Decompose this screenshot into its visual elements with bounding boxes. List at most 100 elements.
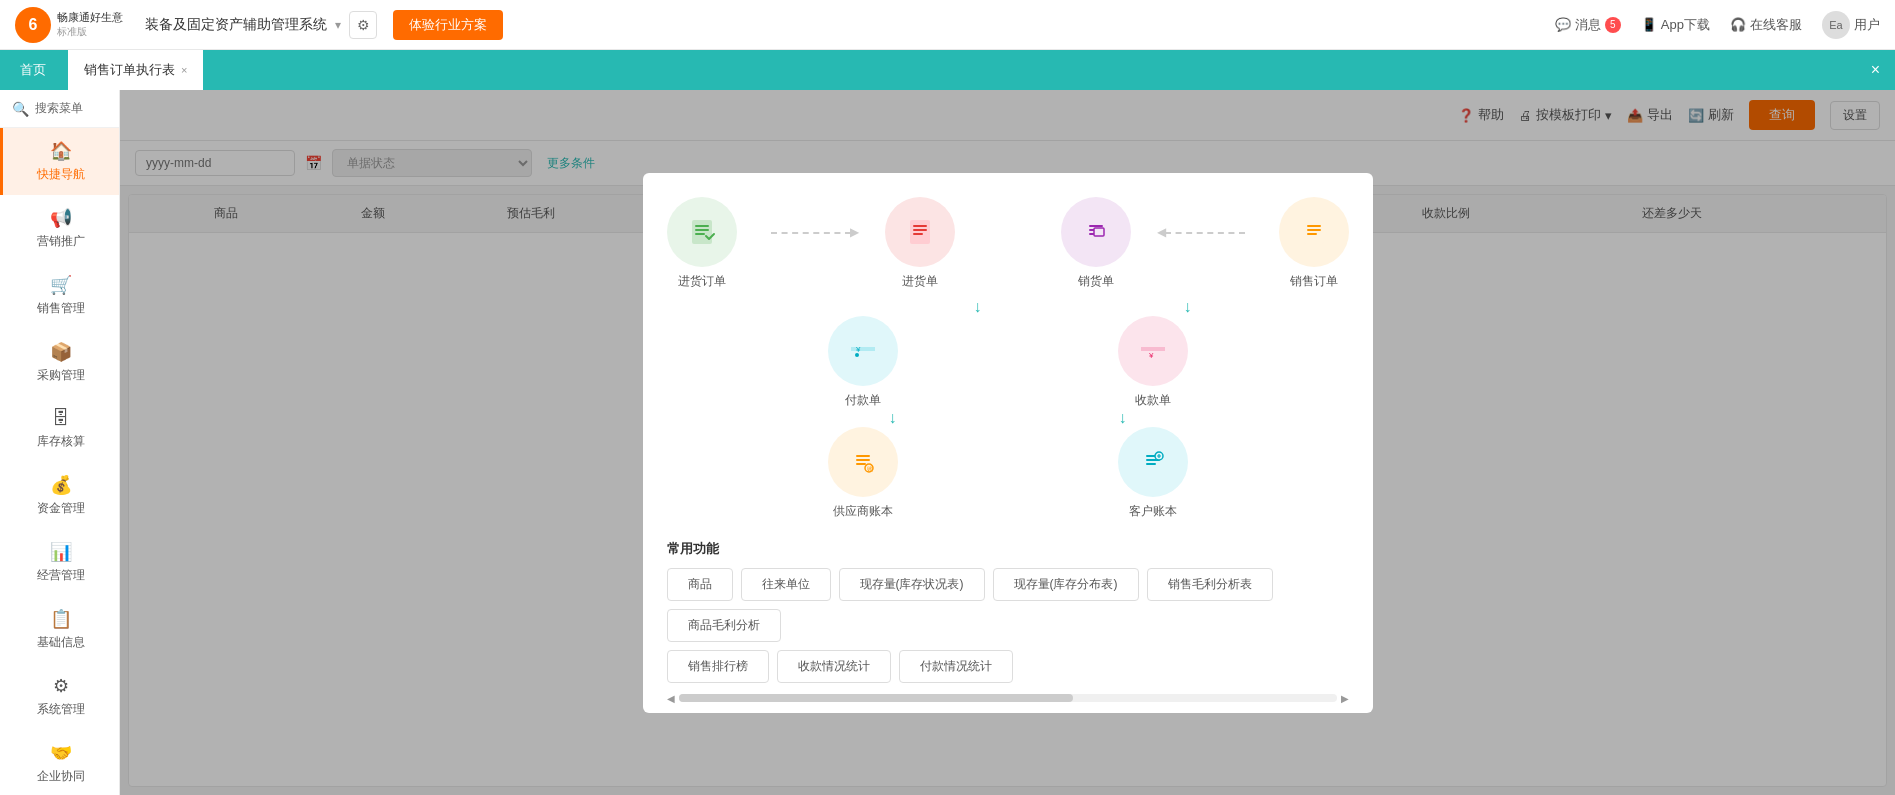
tab-bar: 首页 销售订单执行表 × ×	[0, 50, 1895, 90]
arrow-pay-down: ↓	[858, 409, 928, 427]
sidebar-item-sales[interactable]: 🛒 销售管理	[0, 262, 119, 329]
btn-product[interactable]: 商品	[667, 568, 733, 601]
svg-rect-6	[851, 347, 875, 351]
sidebar-label-operation: 经营管理	[37, 567, 85, 584]
message-badge: 5	[1605, 17, 1621, 33]
title-dropdown-arrow[interactable]: ▾	[335, 18, 341, 32]
svg-text:¥: ¥	[855, 345, 861, 354]
phone-icon: 📱	[1641, 17, 1657, 32]
svg-rect-1	[910, 220, 930, 244]
scroll-left-arrow[interactable]: ◀	[667, 693, 675, 704]
app-download-button[interactable]: 📱 App下载	[1641, 16, 1710, 34]
trial-button[interactable]: 体验行业方案	[393, 10, 503, 40]
sidebar-label-marketing: 营销推广	[37, 233, 85, 250]
btn-product-margin[interactable]: 商品毛利分析	[667, 609, 781, 642]
modal-scrollbar: ◀ ▶	[667, 693, 1349, 704]
sales-order-icon	[1279, 197, 1349, 267]
svg-rect-0	[692, 220, 712, 244]
common-buttons-row2: 销售排行榜 收款情况统计 付款情况统计	[667, 650, 1349, 683]
user-name-label: 用户	[1854, 16, 1880, 34]
user-menu[interactable]: Ea 用户	[1822, 11, 1880, 39]
payment-label: 付款单	[845, 392, 881, 409]
scrollbar-track[interactable]	[679, 694, 1337, 702]
flow-item-supplier-account[interactable]: 账 供应商账本	[828, 427, 898, 520]
home-icon: 🏠	[50, 140, 72, 162]
flow-row-middle: ¥ 付款单 ¥	[828, 316, 1188, 409]
tab-bar-close-button[interactable]: ×	[1871, 50, 1895, 90]
logo-sub-text: 标准版	[57, 25, 123, 39]
receipt-icon: ¥	[1118, 316, 1188, 386]
purchase-bill-label: 进货单	[902, 273, 938, 290]
sales-icon: 🛒	[50, 274, 72, 296]
common-buttons-row1: 商品 往来单位 现存量(库存状况表) 现存量(库存分布表) 销售毛利分析表 商品…	[667, 568, 1349, 642]
flow-item-receipt[interactable]: ¥ 收款单	[1118, 316, 1188, 409]
message-label: 消息	[1575, 16, 1601, 34]
system-title-area: 装备及固定资产辅助管理系统 ▾ ⚙ 体验行业方案	[145, 10, 1555, 40]
btn-receipt-stats[interactable]: 收款情况统计	[777, 650, 891, 683]
btn-partner[interactable]: 往来单位	[741, 568, 831, 601]
common-functions-title: 常用功能	[667, 540, 1349, 558]
flow-item-sales-bill[interactable]: 销货单	[1061, 197, 1131, 290]
message-button[interactable]: 💬 消息 5	[1555, 16, 1621, 34]
btn-sales-ranking[interactable]: 销售排行榜	[667, 650, 769, 683]
flow-item-payment[interactable]: ¥ 付款单	[828, 316, 898, 409]
purchase-order-icon	[667, 197, 737, 267]
svg-rect-3	[1094, 228, 1104, 236]
purchase-order-label: 进货订单	[678, 273, 726, 290]
sidebar-label-basic: 基础信息	[37, 634, 85, 651]
btn-sales-margin[interactable]: 销售毛利分析表	[1147, 568, 1273, 601]
flow-item-customer-account[interactable]: 客户账本	[1118, 427, 1188, 520]
sidebar-item-operation[interactable]: 📊 经营管理	[0, 529, 119, 596]
search-menu-button[interactable]: 🔍 搜索菜单	[0, 90, 119, 128]
marketing-icon: 📢	[50, 207, 72, 229]
flow-row-top: 进货订单	[667, 197, 1349, 290]
sidebar-item-marketing[interactable]: 📢 营销推广	[0, 195, 119, 262]
tab-home[interactable]: 首页	[0, 50, 66, 90]
sidebar-item-enterprise[interactable]: 🤝 企业协同	[0, 730, 119, 795]
arrow-rec-down: ↓	[1088, 409, 1158, 427]
svg-text:账: 账	[867, 466, 873, 472]
modal-overlay[interactable]: 进货订单	[120, 90, 1895, 795]
sidebar-item-purchase[interactable]: 📦 采购管理	[0, 329, 119, 396]
v-spacer	[1043, 298, 1123, 316]
supplier-account-label: 供应商账本	[833, 503, 893, 520]
sidebar-item-inventory[interactable]: 🗄 库存核算	[0, 396, 119, 462]
search-menu-label: 搜索菜单	[35, 100, 83, 117]
online-service-button[interactable]: 🎧 在线客服	[1730, 16, 1802, 34]
btn-stock-status[interactable]: 现存量(库存状况表)	[839, 568, 985, 601]
content-area: ❓ 帮助 🖨 按模板打印 ▾ 📤 导出 🔄 刷新 查询 设置 📅	[120, 90, 1895, 795]
svg-rect-4	[1304, 220, 1324, 244]
tab-sales-order-label: 销售订单执行表	[84, 61, 175, 79]
operation-icon: 📊	[50, 541, 72, 563]
arrow-po-to-pb	[767, 232, 855, 234]
settings-button[interactable]: ⚙	[349, 11, 377, 39]
payment-icon: ¥	[828, 316, 898, 386]
sidebar-item-basic[interactable]: 📋 基础信息	[0, 596, 119, 663]
v-spacer2	[928, 409, 1088, 427]
btn-stock-dist[interactable]: 现存量(库存分布表)	[993, 568, 1139, 601]
flow-modal: 进货订单	[643, 173, 1373, 713]
flow-item-sales-order[interactable]: 销售订单	[1279, 197, 1349, 290]
scroll-right-arrow[interactable]: ▶	[1341, 693, 1349, 704]
arrow-so-to-sb: ◀	[1161, 232, 1249, 234]
purchase-bill-icon	[885, 197, 955, 267]
system-icon: ⚙	[53, 675, 69, 697]
sidebar-item-system[interactable]: ⚙ 系统管理	[0, 663, 119, 730]
sidebar: 🔍 搜索菜单 🏠 快捷导航 📢 营销推广 🛒 销售管理 📦 采购管理 🗄 库存核…	[0, 90, 120, 795]
supplier-account-icon: 账	[828, 427, 898, 497]
svg-text:¥: ¥	[1148, 351, 1154, 360]
tab-close-icon[interactable]: ×	[181, 64, 187, 76]
sidebar-item-quick-nav[interactable]: 🏠 快捷导航	[0, 128, 119, 195]
flow-item-purchase-order[interactable]: 进货订单	[667, 197, 737, 290]
arrow-sb-down: ↓	[1153, 298, 1223, 316]
sidebar-label-inventory: 库存核算	[37, 433, 85, 450]
sidebar-label-finance: 资金管理	[37, 500, 85, 517]
flow-item-purchase-bill[interactable]: 进货单	[885, 197, 955, 290]
flow-row-bottom: 账 供应商账本	[828, 427, 1188, 520]
receipt-label: 收款单	[1135, 392, 1171, 409]
sidebar-item-finance[interactable]: 💰 资金管理	[0, 462, 119, 529]
btn-payment-stats[interactable]: 付款情况统计	[899, 650, 1013, 683]
sales-bill-label: 销货单	[1078, 273, 1114, 290]
tab-sales-order[interactable]: 销售订单执行表 ×	[68, 50, 203, 90]
enterprise-icon: 🤝	[50, 742, 72, 764]
